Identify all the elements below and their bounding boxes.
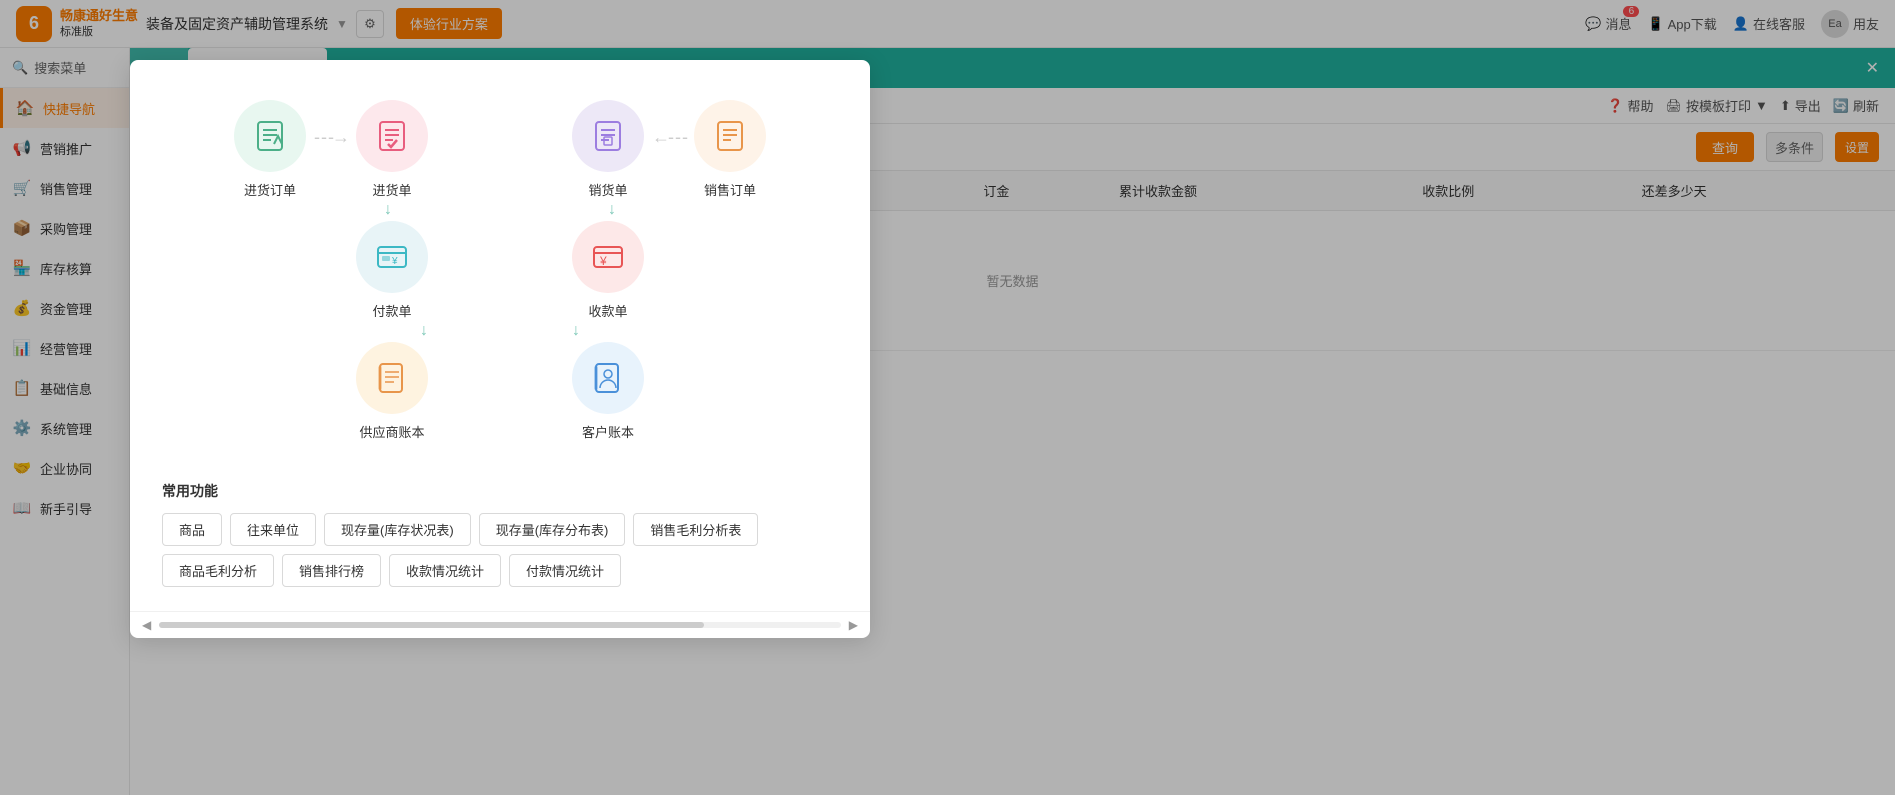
main-body: 🔍 搜索菜单 🏠 快捷导航 📢 营销推广 🛒 销售管理 📦 采购管理 🏪 xyxy=(0,48,1895,795)
popup-overlay[interactable]: 进货订单 - - -→ 进货单 xyxy=(130,48,1895,795)
flow-supplier-ledger: 供应商账本 xyxy=(356,342,428,441)
customer-ledger-label: 客户账本 xyxy=(582,422,634,441)
common-functions-title: 常用功能 xyxy=(162,481,838,501)
sales-order-icon xyxy=(694,100,766,172)
sales-bill-icon xyxy=(572,100,644,172)
func-btn-goods[interactable]: 商品 xyxy=(162,513,222,546)
arrow-h2: ←- - - xyxy=(652,127,686,172)
receipt-row: ¥ 收款单 xyxy=(572,221,766,320)
customer-ledger-icon xyxy=(572,342,644,414)
arrow-v3: ↓ xyxy=(608,201,616,219)
receipt-label: 收款单 xyxy=(588,301,627,320)
payment-row: ¥ 付款单 xyxy=(234,221,428,320)
flow-payment: ¥ 付款单 xyxy=(356,221,428,320)
function-buttons: 商品 往来单位 现存量(库存状况表) 现存量(库存分布表) 销售毛利分析表 商品… xyxy=(162,513,838,587)
sales-bill-label: 销货单 xyxy=(588,180,627,199)
arrow-v2-wrap: ↓ xyxy=(234,320,428,342)
supplier-ledger-label: 供应商账本 xyxy=(359,422,424,441)
func-btn-payment-stats[interactable]: 付款情况统计 xyxy=(509,554,621,587)
sales-flow-row: 销货单 ←- - - 销售订单 xyxy=(572,100,766,199)
flow-sales-bill: 销货单 xyxy=(572,100,644,199)
purchase-receipt-icon xyxy=(356,100,428,172)
sales-order-label: 销售订单 xyxy=(704,180,756,199)
customer-ledger-row: 客户账本 xyxy=(572,342,766,441)
purchase-order-icon xyxy=(234,100,306,172)
arrow-v4-wrap: ↓ xyxy=(572,320,766,342)
flow-customer-ledger: 客户账本 xyxy=(572,342,644,441)
func-btn-stock-dist[interactable]: 现存量(库存分布表) xyxy=(479,513,626,546)
supplier-ledger-row: 供应商账本 xyxy=(234,342,428,441)
scrollbar-track xyxy=(159,622,841,628)
func-btn-stock-status[interactable]: 现存量(库存状况表) xyxy=(324,513,471,546)
quick-guide-popup: 进货订单 - - -→ 进货单 xyxy=(130,60,870,638)
flow-purchase-order: 进货订单 xyxy=(234,100,306,199)
supplier-ledger-icon xyxy=(356,342,428,414)
receipt-icon: ¥ xyxy=(572,221,644,293)
scrollbar-thumb[interactable] xyxy=(159,622,704,628)
flow-purchase-receipt: 进货单 xyxy=(356,100,428,199)
flow-sales-order: 销售订单 xyxy=(694,100,766,199)
arrow-v3-wrap: ↓ xyxy=(572,199,766,221)
scroll-left-icon[interactable]: ◀ xyxy=(142,618,151,632)
arrow-h1: - - -→ xyxy=(314,127,348,172)
page-area: 首页 销售订单执行表 ✕ ✕ ❓ 帮助 xyxy=(130,48,1895,795)
scroll-right-icon[interactable]: ▶ xyxy=(849,618,858,632)
func-btn-receipt-stats[interactable]: 收款情况统计 xyxy=(389,554,501,587)
flow-section: 进货订单 - - -→ 进货单 xyxy=(162,84,838,457)
purchase-order-label: 进货订单 xyxy=(244,180,296,199)
purchase-flow-row: 进货订单 - - -→ 进货单 xyxy=(234,100,428,199)
arrow-v1: ↓ xyxy=(384,201,392,219)
common-functions: 常用功能 商品 往来单位 现存量(库存状况表) 现存量(库存分布表) 销售毛利分… xyxy=(162,481,838,587)
func-btn-sales-margin[interactable]: 销售毛利分析表 xyxy=(633,513,758,546)
func-btn-sales-ranking[interactable]: 销售排行榜 xyxy=(282,554,381,587)
popup-content: 进货订单 - - -→ 进货单 xyxy=(130,60,870,611)
svg-text:¥: ¥ xyxy=(599,254,607,268)
arrow-v4: ↓ xyxy=(572,322,580,340)
flow-receipt: ¥ 收款单 xyxy=(572,221,644,320)
svg-text:¥: ¥ xyxy=(391,256,398,267)
purchase-receipt-label: 进货单 xyxy=(372,180,411,199)
func-btn-contacts[interactable]: 往来单位 xyxy=(230,513,316,546)
payment-label: 付款单 xyxy=(372,301,411,320)
payment-icon: ¥ xyxy=(356,221,428,293)
arrow-v2: ↓ xyxy=(420,322,428,340)
arrow-v1-wrap: ↓ xyxy=(234,199,428,221)
popup-scrollbar: ◀ ▶ xyxy=(130,611,870,638)
func-btn-goods-margin[interactable]: 商品毛利分析 xyxy=(162,554,274,587)
